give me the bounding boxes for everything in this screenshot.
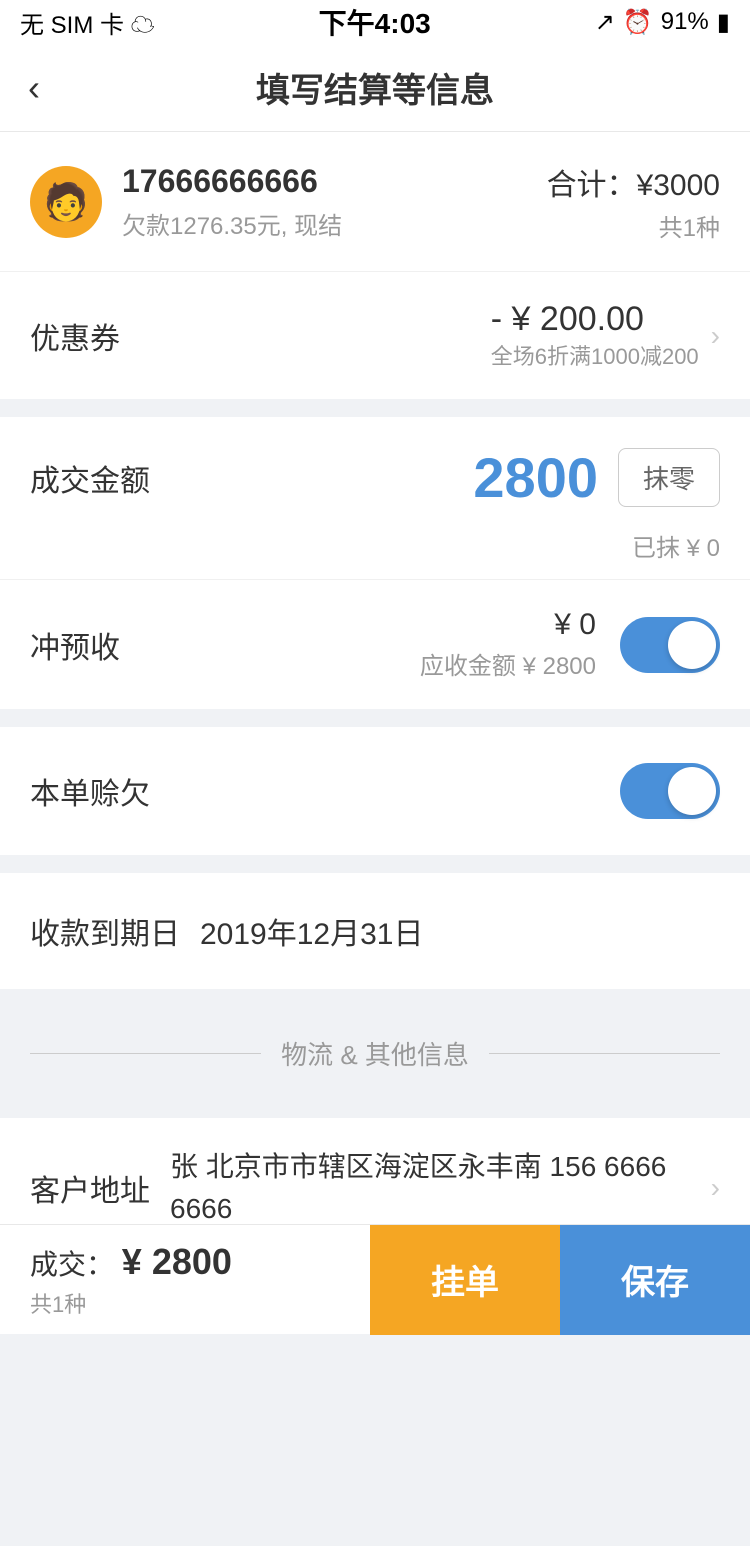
amount-value: 2800	[473, 445, 598, 510]
advance-row: 冲预收 ¥ 0 应收金额 ¥ 2800	[0, 579, 750, 709]
amount-right: 2800 抹零	[473, 445, 720, 510]
amount-section: 成交金额 2800 抹零 已抹 ¥ 0 冲预收 ¥ 0 应收金额 ¥ 2800	[0, 417, 750, 709]
customer-row: 🧑 17666666666 欠款1276.35元, 现结 合计：¥3000 共1…	[0, 132, 750, 271]
bottom-count: 共1种	[30, 1287, 340, 1319]
customer-left: 🧑 17666666666 欠款1276.35元, 现结	[30, 163, 342, 241]
bottom-summary: 成交： ¥ 2800 共1种	[0, 1241, 370, 1319]
customer-section: 🧑 17666666666 欠款1276.35元, 现结 合计：¥3000 共1…	[0, 132, 750, 399]
address-label: 客户地址	[30, 1166, 150, 1210]
bottom-deal-amount: ¥ 2800	[122, 1241, 232, 1282]
advance-toggle[interactable]	[620, 617, 720, 673]
total-amount: 合计：¥3000	[547, 160, 720, 204]
coupon-row[interactable]: 优惠券 - ¥ 200.00 全场6折满1000减200 ›	[0, 271, 750, 399]
amount-label: 成交金额	[30, 456, 150, 500]
duedate-section: 收款到期日 2019年12月31日	[0, 873, 750, 989]
page-title: 填写结算等信息	[256, 63, 494, 112]
customer-phone: 17666666666	[122, 163, 342, 200]
location-icon: ↗	[595, 8, 615, 37]
logistics-text: 物流 & 其他信息	[281, 1035, 469, 1072]
customer-sub: 欠款1276.35元, 现结	[122, 206, 342, 241]
address-chevron-icon: ›	[711, 1172, 720, 1204]
status-bar: 无 SIM 卡 ☁ 下午4:03 ↗ ⏰ 91% ▮	[0, 0, 750, 44]
advance-receivable: 应收金额 ¥ 2800	[420, 646, 596, 681]
advance-amount-group: ¥ 0 应收金额 ¥ 2800	[420, 608, 596, 681]
amount-row: 成交金额 2800 抹零	[0, 417, 750, 538]
divider-line-right	[489, 1053, 720, 1054]
avatar: 🧑	[30, 166, 102, 238]
coupon-label: 优惠券	[30, 314, 120, 358]
sim-label: 无 SIM 卡 ☁	[20, 5, 155, 40]
bottom-deal-label: 成交：	[30, 1249, 114, 1280]
status-left: 无 SIM 卡 ☁	[20, 5, 155, 40]
coupon-chevron-icon: ›	[711, 320, 720, 352]
advance-right: ¥ 0 应收金额 ¥ 2800	[420, 608, 720, 681]
hang-button[interactable]: 挂单	[370, 1225, 560, 1335]
customer-right: 合计：¥3000 共1种	[547, 160, 720, 243]
coupon-desc: 全场6折满1000减200	[491, 339, 699, 371]
battery-icon: ▮	[717, 8, 730, 37]
bottom-deal-row: 成交： ¥ 2800	[30, 1241, 340, 1283]
duedate-value: 2019年12月31日	[200, 909, 423, 953]
duedate-label: 收款到期日	[30, 909, 180, 953]
nav-bar: ‹ 填写结算等信息	[0, 44, 750, 132]
divider-line-left	[30, 1053, 261, 1054]
alarm-icon: ⏰	[623, 8, 653, 37]
advance-label: 冲预收	[30, 623, 120, 667]
customer-info: 17666666666 欠款1276.35元, 现结	[122, 163, 342, 241]
status-right: ↗ ⏰ 91% ▮	[595, 8, 730, 37]
round-button[interactable]: 抹零	[618, 448, 720, 507]
back-button[interactable]: ‹	[28, 67, 40, 109]
total-count: 共1种	[547, 208, 720, 243]
debit-toggle[interactable]	[620, 763, 720, 819]
amount-sub: 已抹 ¥ 0	[0, 528, 720, 563]
save-button[interactable]: 保存	[560, 1225, 750, 1335]
logistics-divider: 物流 & 其他信息	[0, 1007, 750, 1100]
status-time: 下午4:03	[319, 2, 431, 42]
debit-toggle-knob	[668, 767, 716, 815]
bottom-bar: 成交： ¥ 2800 共1种 挂单 保存	[0, 1224, 750, 1334]
advance-toggle-knob	[668, 621, 716, 669]
debit-label: 本单赊欠	[30, 769, 150, 813]
address-value: 张 北京市市辖区海淀区永丰南 156 6666 6666	[170, 1146, 711, 1230]
advance-amount: ¥ 0	[420, 608, 596, 642]
battery-label: 91%	[661, 8, 709, 36]
coupon-right: - ¥ 200.00 全场6折满1000减200 ›	[491, 300, 720, 371]
coupon-discount: - ¥ 200.00	[491, 300, 699, 339]
debit-section: 本单赊欠	[0, 727, 750, 855]
